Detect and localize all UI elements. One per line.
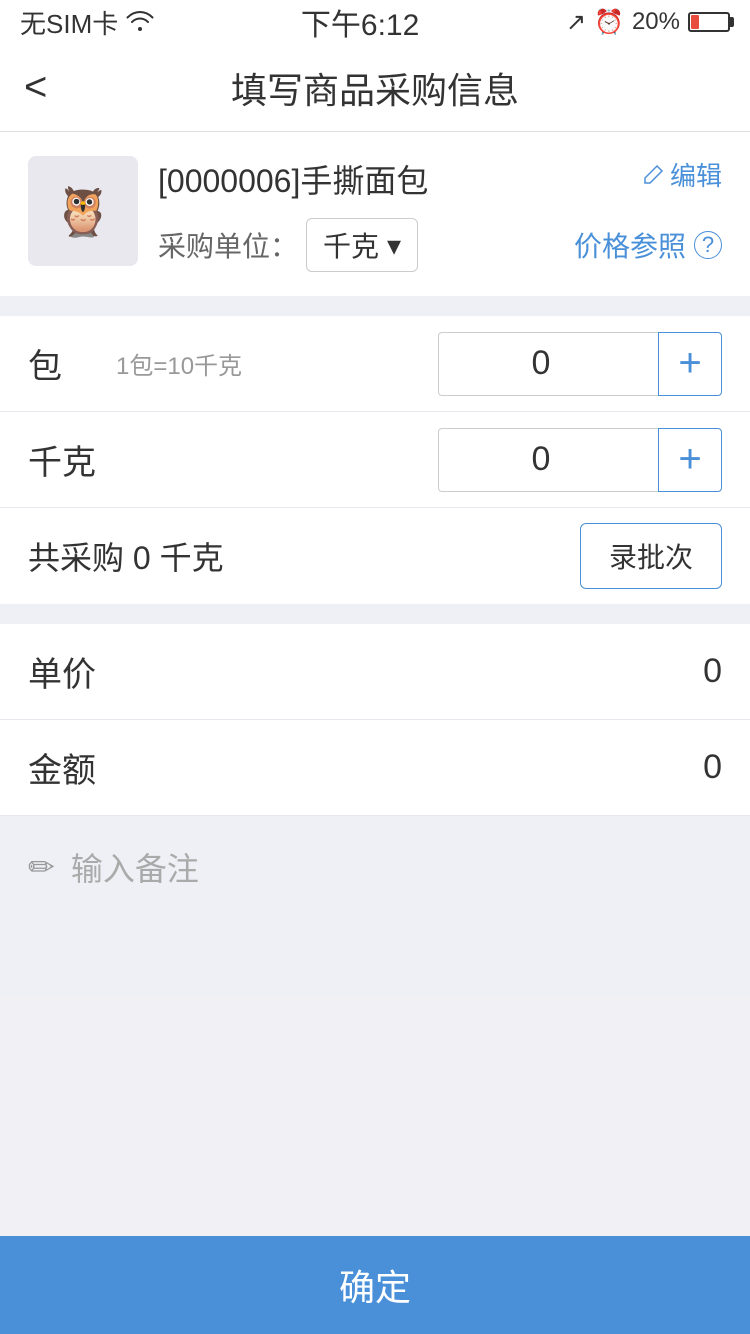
bao-input-row: 包 1包=10千克 + [0, 316, 750, 412]
location-icon: ↗ [566, 8, 586, 37]
status-bar: 无SIM卡 下午6:12 ↗ ⏰ 20% [0, 0, 750, 44]
confirm-button[interactable]: 确定 [0, 1236, 750, 1334]
status-left: 无SIM卡 [20, 4, 154, 41]
kg-input[interactable] [438, 428, 658, 492]
battery-percent: 20% [632, 8, 680, 36]
kg-plus-button[interactable]: + [658, 428, 722, 492]
battery-icon [688, 12, 730, 32]
product-unit-row: 采购单位： 千克 ▾ 价格参照 ? [158, 218, 722, 272]
total-row: 共采购 0 千克 录批次 [0, 508, 750, 604]
bao-plus-button[interactable]: + [658, 332, 722, 396]
carrier-label: 无SIM卡 [20, 4, 118, 41]
section-divider-1 [0, 296, 750, 316]
status-time: 下午6:12 [301, 0, 419, 44]
product-card: 🦉 [0000006]手撕面包 编辑 采购单位： 千克 ▾ [0, 132, 750, 296]
batch-button[interactable]: 录批次 [580, 523, 722, 589]
product-logo: 🦉 [53, 183, 113, 240]
bao-input-right: + [438, 332, 722, 396]
price-ref-button[interactable]: 价格参照 ? [574, 225, 722, 265]
amount-row: 金额 0 [0, 720, 750, 816]
total-unit: 千克 [160, 540, 224, 576]
unit-select[interactable]: 千克 ▾ [306, 218, 418, 272]
product-image: 🦉 [28, 156, 138, 266]
back-button[interactable]: < [24, 65, 47, 110]
info-icon: ? [694, 231, 722, 259]
pencil-icon: ✏ [28, 848, 55, 886]
kg-label: 千克 [28, 435, 108, 484]
status-right: ↗ ⏰ 20% [566, 8, 730, 37]
product-header: [0000006]手撕面包 编辑 [158, 156, 722, 202]
alarm-icon: ⏰ [594, 8, 624, 37]
edit-button[interactable]: 编辑 [642, 156, 722, 193]
unit-label-text: 采购单位： [158, 225, 298, 265]
dropdown-icon: ▾ [387, 229, 401, 262]
notes-placeholder: 输入备注 [71, 844, 199, 890]
total-value: 0 [133, 540, 151, 576]
edit-icon [642, 164, 664, 186]
nav-bar: < 填写商品采购信息 [0, 44, 750, 132]
bottom-spacer [0, 996, 750, 1094]
total-text: 共采购 0 千克 [28, 533, 224, 579]
kg-input-row: 千克 + [0, 412, 750, 508]
section-divider-2 [0, 604, 750, 624]
page-title: 填写商品采购信息 [231, 62, 519, 114]
amount-label: 金额 [28, 743, 96, 792]
unit-value: 千克 [323, 225, 379, 265]
product-info: [0000006]手撕面包 编辑 采购单位： 千克 ▾ 价格参照 ? [158, 156, 722, 272]
price-label: 单价 [28, 647, 96, 696]
wifi-icon [126, 7, 154, 38]
bao-input[interactable] [438, 332, 658, 396]
bao-sublabel: 1包=10千克 [116, 346, 242, 381]
product-name: [0000006]手撕面包 [158, 156, 428, 202]
price-row: 单价 0 [0, 624, 750, 720]
price-value: 0 [703, 652, 722, 691]
kg-input-right: + [438, 428, 722, 492]
amount-value: 0 [703, 748, 722, 787]
notes-area[interactable]: ✏ 输入备注 [0, 816, 750, 996]
bao-label: 包 [28, 339, 108, 388]
